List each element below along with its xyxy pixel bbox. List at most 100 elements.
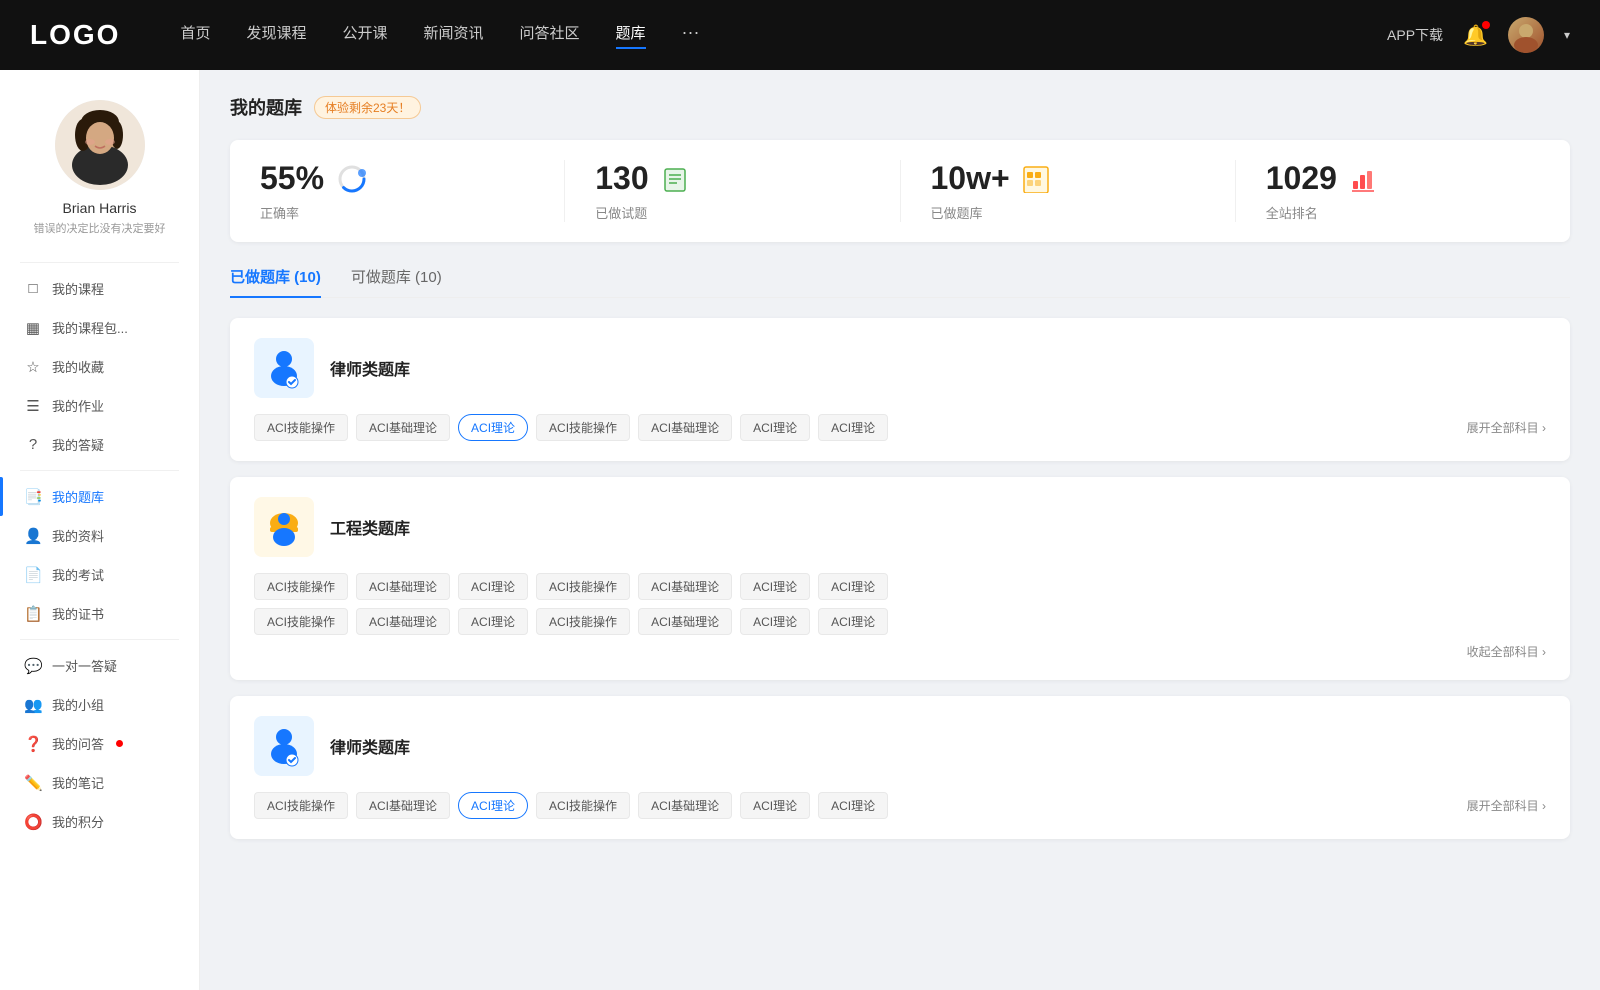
sidebar-item-my-qa[interactable]: ? 我的答疑 [0,425,199,464]
tag-lawyer-1-5[interactable]: ACI理论 [740,414,810,441]
sidebar-avatar-wrap [55,100,145,190]
sidebar-item-my-questions[interactable]: ❓ 我的问答 [0,724,199,763]
stats-row: 55% 正确率 130 [230,140,1570,242]
tag-eng-6[interactable]: ACI理论 [818,573,888,600]
expand-link-lawyer-2[interactable]: 展开全部科目 › [1467,797,1546,814]
notification-bell[interactable]: 🔔 [1463,23,1488,48]
page-title: 我的题库 [230,94,302,120]
bank-card-lawyer-2: 律师类题库 ACI技能操作 ACI基础理论 ACI理论 ACI技能操作 ACI基… [230,696,1570,839]
tag-eng-5[interactable]: ACI理论 [740,573,810,600]
tag-lawyer-1-4[interactable]: ACI基础理论 [638,414,732,441]
stat-banks-done-label: 已做题库 [931,203,983,222]
qa-icon: ? [24,436,42,453]
stat-ranking-label: 全站排名 [1266,203,1318,222]
progress-circle-icon [336,163,368,195]
stat-ranking-number: 1029 [1266,160,1337,197]
sidebar-divider-3 [20,639,179,640]
sidebar-item-my-group[interactable]: 👥 我的小组 [0,685,199,724]
tag-lawyer-2-0[interactable]: ACI技能操作 [254,792,348,819]
tag-lawyer-2-4[interactable]: ACI基础理论 [638,792,732,819]
list-icon [661,165,689,193]
sidebar-item-my-favorites[interactable]: ☆ 我的收藏 [0,347,199,386]
tab-available[interactable]: 可做题库 (10) [351,266,442,297]
tag-lawyer-2-2[interactable]: ACI理论 [458,792,528,819]
tag-eng-2[interactable]: ACI理论 [458,573,528,600]
tag-eng-r2-3[interactable]: ACI技能操作 [536,608,630,635]
trial-badge: 体验剩余23天！ [314,96,421,119]
bank-tags-lawyer-2: ACI技能操作 ACI基础理论 ACI理论 ACI技能操作 ACI基础理论 AC… [254,792,1459,819]
collapse-link-engineer[interactable]: 收起全部科目 › [254,643,1546,660]
avatar[interactable] [1508,17,1544,53]
tag-eng-r2-6[interactable]: ACI理论 [818,608,888,635]
tag-eng-0[interactable]: ACI技能操作 [254,573,348,600]
nav-qa[interactable]: 问答社区 [520,22,580,49]
nav-links: 首页 发现课程 公开课 新闻资讯 问答社区 题库 ··· [180,22,1387,49]
tag-eng-3[interactable]: ACI技能操作 [536,573,630,600]
sidebar-item-one-on-one[interactable]: 💬 一对一答疑 [0,646,199,685]
bank-name-lawyer-1: 律师类题库 [330,356,410,380]
nav-news[interactable]: 新闻资讯 [424,22,484,49]
tag-eng-r2-0[interactable]: ACI技能操作 [254,608,348,635]
nav-discover[interactable]: 发现课程 [246,22,306,49]
tag-lawyer-1-0[interactable]: ACI技能操作 [254,414,348,441]
lawyer-icon-2 [262,724,306,768]
grid-icon [1022,165,1050,193]
tag-eng-r2-1[interactable]: ACI基础理论 [356,608,450,635]
tag-lawyer-1-3[interactable]: ACI技能操作 [536,414,630,441]
expand-link-lawyer-1[interactable]: 展开全部科目 › [1467,419,1546,436]
tag-eng-4[interactable]: ACI基础理论 [638,573,732,600]
tag-eng-r2-4[interactable]: ACI基础理论 [638,608,732,635]
package-icon: ▦ [24,319,42,337]
course-icon: □ [24,280,42,297]
avatar-image [1508,17,1544,53]
sidebar-item-my-profile[interactable]: 👤 我的资料 [0,516,199,555]
bank-tags-engineer-row2: ACI技能操作 ACI基础理论 ACI理论 ACI技能操作 ACI基础理论 AC… [254,608,1546,635]
star-icon: ☆ [24,358,42,376]
bank-tags-engineer-row1: ACI技能操作 ACI基础理论 ACI理论 ACI技能操作 ACI基础理论 AC… [254,573,1546,600]
tab-done[interactable]: 已做题库 (10) [230,266,321,297]
tag-eng-r2-2[interactable]: ACI理论 [458,608,528,635]
nav-more[interactable]: ··· [682,22,700,49]
sidebar-item-my-bank[interactable]: 📑 我的题库 [0,477,199,516]
question-icon: ❓ [24,735,42,753]
sidebar-avatar-image [55,100,145,190]
bank-icon: 📑 [24,488,42,506]
notification-dot [1482,21,1490,29]
main-layout: Brian Harris 错误的决定比没有决定要好 □ 我的课程 ▦ 我的课程包… [0,70,1600,990]
tag-lawyer-2-3[interactable]: ACI技能操作 [536,792,630,819]
notes-icon: ✏️ [24,774,42,792]
stat-accuracy-label: 正确率 [260,203,299,222]
stat-accuracy-number: 55% [260,160,324,197]
avatar-chevron-icon[interactable]: ▾ [1564,28,1570,42]
sidebar-divider-2 [20,470,179,471]
sidebar-item-my-exam[interactable]: 📄 我的考试 [0,555,199,594]
sidebar-item-my-points[interactable]: ⭕ 我的积分 [0,802,199,841]
nav-right: APP下载 🔔 ▾ [1387,17,1570,53]
tag-lawyer-2-6[interactable]: ACI理论 [818,792,888,819]
sidebar-item-my-course[interactable]: □ 我的课程 [0,269,199,308]
app-download[interactable]: APP下载 [1387,25,1443,45]
bank-icon-lawyer-1 [254,338,314,398]
sidebar-item-my-package[interactable]: ▦ 我的课程包... [0,308,199,347]
tag-eng-1[interactable]: ACI基础理论 [356,573,450,600]
nav-home[interactable]: 首页 [180,22,210,49]
chat-icon: 💬 [24,657,42,675]
sidebar-item-my-homework[interactable]: ☰ 我的作业 [0,386,199,425]
lawyer-icon [262,346,306,390]
nav-bank[interactable]: 题库 [616,22,646,49]
tag-lawyer-2-5[interactable]: ACI理论 [740,792,810,819]
content-area: 我的题库 体验剩余23天！ 55% 正确率 130 [200,70,1600,990]
bank-name-engineer: 工程类题库 [330,515,410,539]
tag-lawyer-1-1[interactable]: ACI基础理论 [356,414,450,441]
tag-lawyer-1-2[interactable]: ACI理论 [458,414,528,441]
bank-tags-lawyer-1: ACI技能操作 ACI基础理论 ACI理论 ACI技能操作 ACI基础理论 AC… [254,414,1459,441]
nav-open-course[interactable]: 公开课 [342,22,387,49]
tag-lawyer-1-6[interactable]: ACI理论 [818,414,888,441]
tag-lawyer-2-1[interactable]: ACI基础理论 [356,792,450,819]
sidebar-item-my-cert[interactable]: 📋 我的证书 [0,594,199,633]
sidebar-item-my-notes[interactable]: ✏️ 我的笔记 [0,763,199,802]
bank-card-lawyer-1: 律师类题库 ACI技能操作 ACI基础理论 ACI理论 ACI技能操作 ACI基… [230,318,1570,461]
exam-icon: 📄 [24,566,42,584]
stat-banks-done-number: 10w+ [931,160,1010,197]
tag-eng-r2-5[interactable]: ACI理论 [740,608,810,635]
